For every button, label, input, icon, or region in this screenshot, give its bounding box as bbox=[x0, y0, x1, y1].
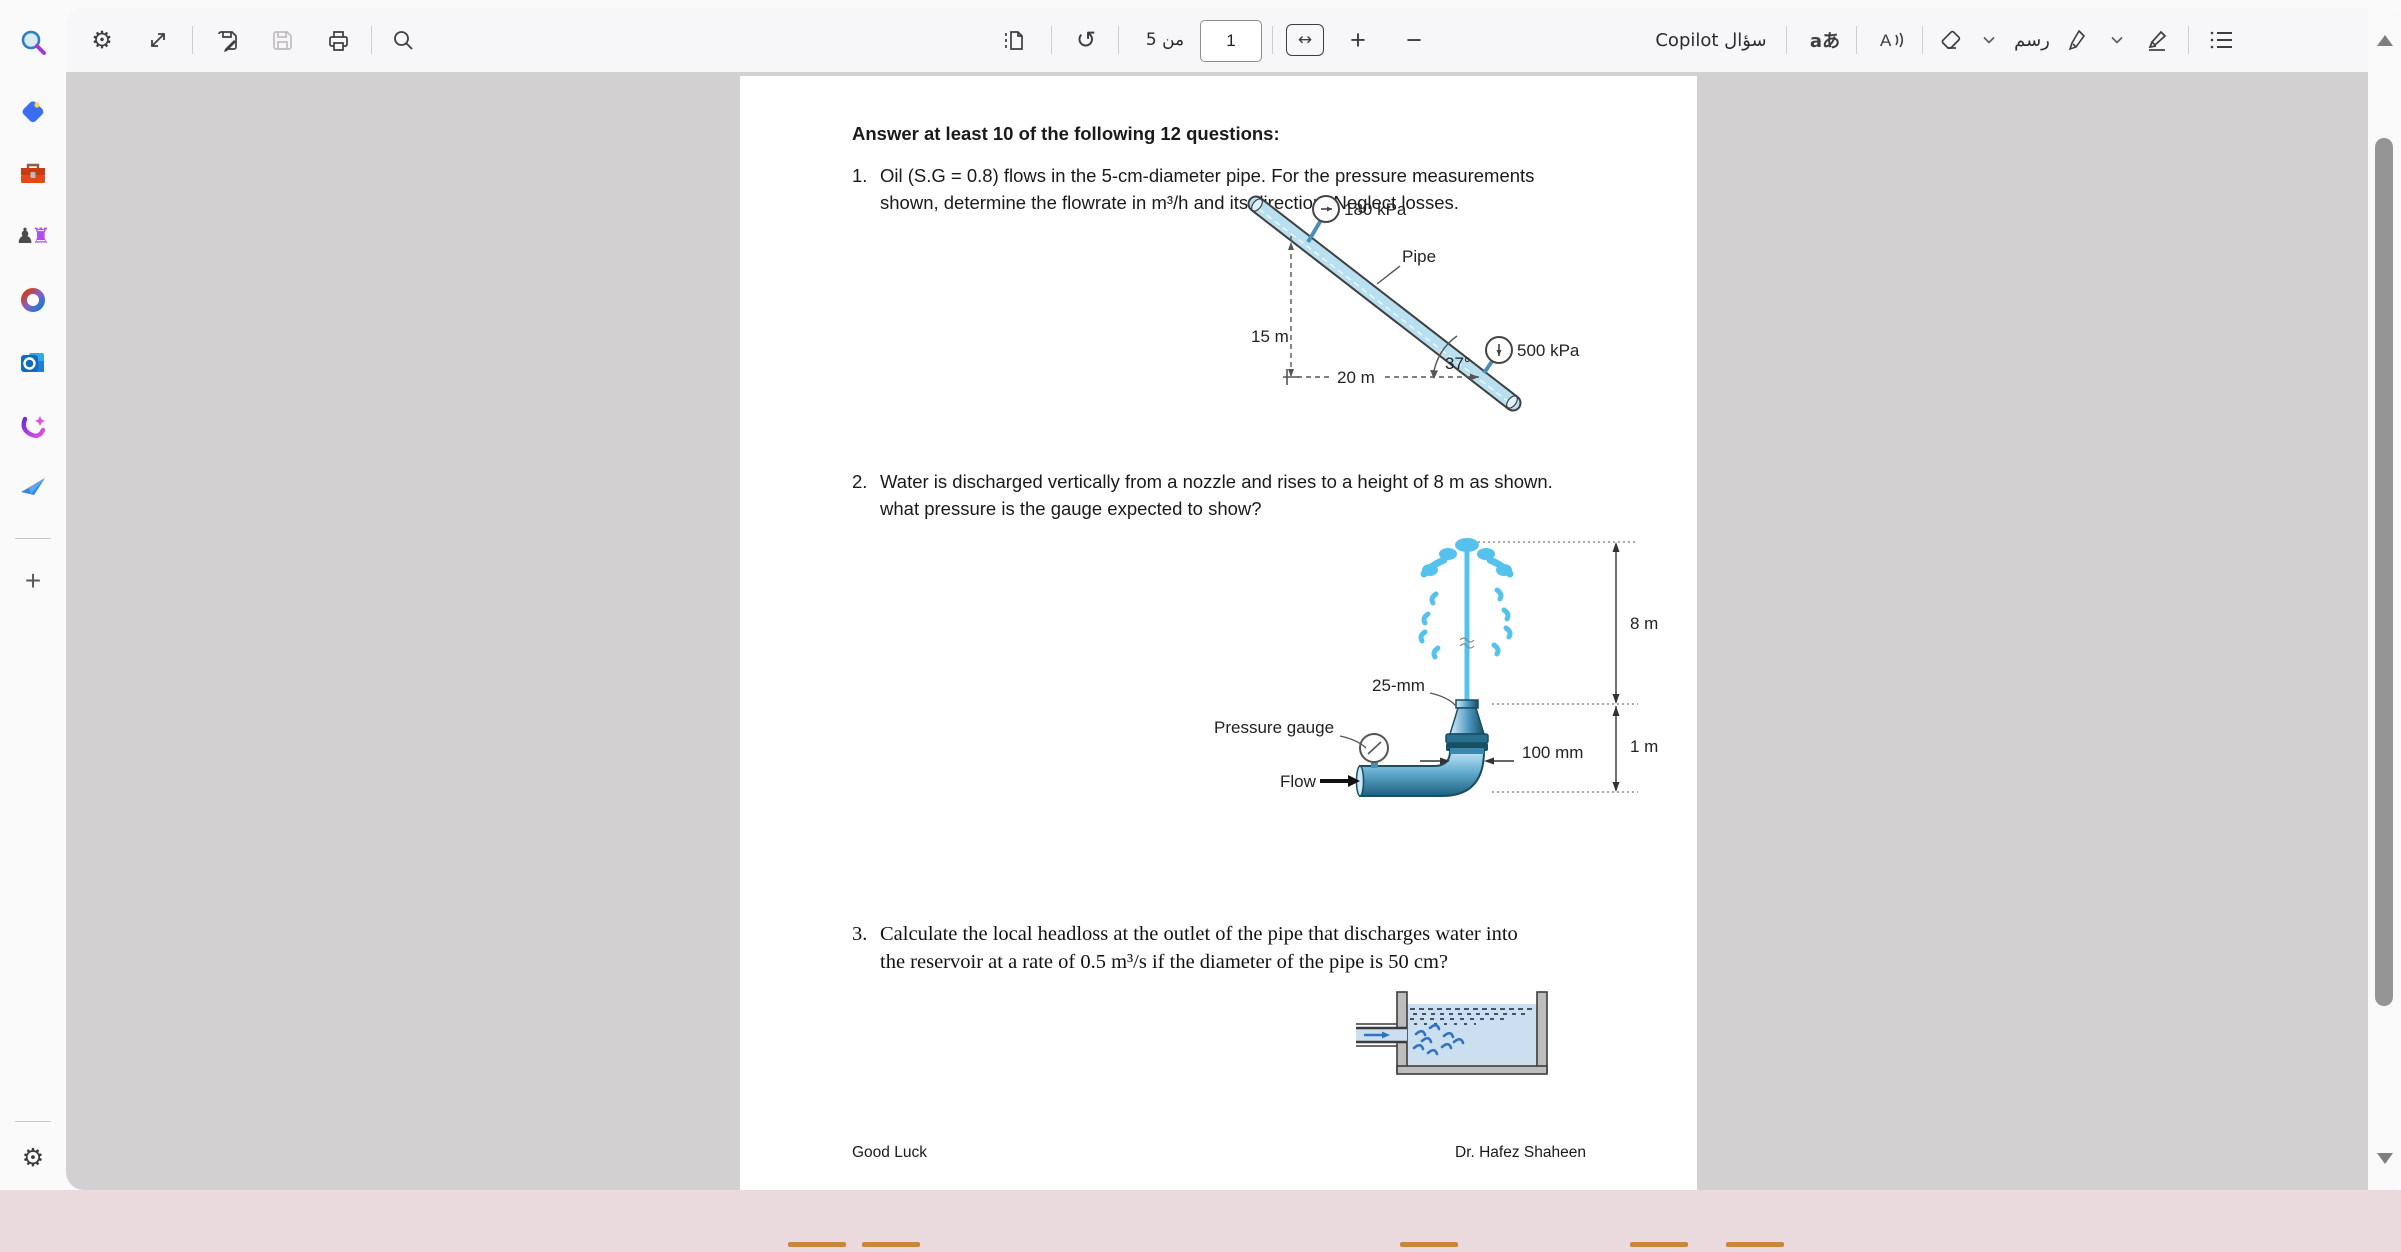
sidebar-bottom-divider bbox=[15, 1121, 51, 1122]
find-in-doc-icon[interactable] bbox=[383, 18, 423, 62]
svg-text:A: A bbox=[1880, 31, 1892, 50]
d2-1m-label: 1 m bbox=[1630, 737, 1658, 756]
page-number-input[interactable]: 1 bbox=[1200, 20, 1262, 62]
toolbar-divider bbox=[192, 26, 193, 54]
running-indicator bbox=[788, 1242, 846, 1247]
toolbar-divider bbox=[1272, 26, 1273, 54]
toolbar-divider bbox=[1118, 26, 1119, 54]
scroll-up-arrow[interactable] bbox=[2373, 30, 2397, 50]
read-aloud-icon[interactable]: A bbox=[1868, 18, 1914, 62]
scroll-thumb[interactable] bbox=[2375, 138, 2393, 1006]
contents-icon[interactable] bbox=[2200, 18, 2242, 62]
fit-width-icon: ↔ bbox=[1297, 30, 1313, 50]
q1-number: 1. bbox=[852, 165, 868, 186]
rotate-icon[interactable]: ↺ bbox=[1066, 18, 1106, 62]
shopping-tag-icon[interactable] bbox=[14, 92, 52, 130]
scrollbar[interactable] bbox=[2368, 8, 2401, 1190]
q1-diagram-inclined-pipe: 180 kPa Pipe 15 m 20 m 37° 500 kPa bbox=[1237, 180, 1637, 425]
print-icon[interactable] bbox=[318, 18, 358, 62]
pdf-toolbar: ⚙ ↺ من 5 1 ↔ + − سؤال Copilot aあ A رسم bbox=[66, 8, 2401, 72]
toolbar-divider bbox=[1856, 26, 1857, 54]
pen-icon[interactable] bbox=[2060, 18, 2098, 62]
outlook-icon[interactable] bbox=[14, 344, 52, 382]
pdf-settings-button[interactable]: ⚙ bbox=[82, 18, 122, 62]
d2-8m-label: 8 m bbox=[1630, 614, 1658, 633]
sidebar-settings-gear-icon[interactable]: ⚙ bbox=[14, 1138, 52, 1176]
q2-diagram-nozzle: 8 m 1 m Pressure gauge 25-mm Flow 100 mm bbox=[1192, 530, 1662, 810]
toolbar-divider bbox=[1051, 26, 1052, 54]
image-creator-brush-icon[interactable] bbox=[14, 407, 52, 445]
pdf-page: Answer at least 10 of the following 12 q… bbox=[740, 76, 1697, 1190]
exam-heading: Answer at least 10 of the following 12 q… bbox=[852, 123, 1280, 144]
save-icon[interactable] bbox=[262, 18, 302, 62]
running-indicator bbox=[1630, 1242, 1688, 1247]
q2-line2: what pressure is the gauge expected to s… bbox=[880, 498, 1262, 519]
chevron-down-icon[interactable] bbox=[1974, 18, 2004, 62]
toolbar-divider bbox=[1922, 26, 1923, 54]
chess-rook-glyph: ♜ bbox=[31, 224, 51, 248]
fit-to-width-button[interactable]: ↔ bbox=[1286, 24, 1324, 56]
toolbar-divider bbox=[2188, 26, 2189, 54]
taskbar: PRE ٠٩:٥٩ م ٤٥/٠٩/٢٧ ENG bbox=[0, 1190, 2401, 1252]
d2-dia-label: 100 mm bbox=[1522, 743, 1583, 762]
q3-line2: the reservoir at a rate of 0.5 m³/s if t… bbox=[880, 951, 1448, 973]
fullscreen-icon[interactable] bbox=[138, 18, 178, 62]
gauge1-label: 180 kPa bbox=[1344, 200, 1407, 219]
d2-flow-label: Flow bbox=[1280, 772, 1317, 791]
translate-icon[interactable]: aあ bbox=[1802, 18, 1848, 62]
bing-search-icon[interactable] bbox=[14, 24, 52, 62]
sidebar-divider bbox=[15, 538, 51, 539]
eraser-icon[interactable] bbox=[1932, 18, 1972, 62]
zoom-in-button[interactable]: + bbox=[1338, 18, 1378, 62]
toolbox-icon[interactable] bbox=[14, 155, 52, 193]
q2-number: 2. bbox=[852, 471, 868, 492]
running-indicator bbox=[1400, 1242, 1458, 1247]
toolbar-divider bbox=[1786, 26, 1787, 54]
highlighter-icon[interactable] bbox=[2138, 18, 2178, 62]
q3-diagram-reservoir bbox=[1356, 984, 1566, 1089]
zoom-out-button[interactable]: − bbox=[1394, 18, 1434, 62]
games-icon[interactable]: ♟ ♜ bbox=[12, 218, 54, 254]
d1-height-label: 15 m bbox=[1251, 327, 1289, 346]
footer-good-luck: Good Luck bbox=[852, 1144, 927, 1161]
page-count-label: من 5 bbox=[1145, 30, 1185, 50]
d1-angle-label: 37° bbox=[1445, 354, 1471, 373]
gauge2-label: 500 kPa bbox=[1517, 341, 1580, 360]
save-as-icon[interactable] bbox=[207, 18, 247, 62]
q3-line1: Calculate the local headloss at the outl… bbox=[880, 923, 1518, 945]
footer-instructor: Dr. Hafez Shaheen bbox=[1455, 1144, 1586, 1161]
q3-number: 3. bbox=[852, 923, 868, 945]
page-view-icon[interactable] bbox=[994, 18, 1034, 62]
sidebar-add-button[interactable]: + bbox=[14, 562, 52, 600]
q2-line1: Water is discharged vertically from a no… bbox=[880, 471, 1553, 492]
running-indicator bbox=[862, 1242, 920, 1247]
edge-sidebar: ♟ ♜ + ⚙ bbox=[0, 0, 66, 1190]
chevron-down-icon[interactable] bbox=[2102, 18, 2132, 62]
start-paper-plane-icon[interactable] bbox=[14, 468, 52, 506]
d1-base-label: 20 m bbox=[1337, 368, 1375, 387]
draw-label[interactable]: رسم bbox=[2008, 18, 2056, 62]
d2-gauge-label: Pressure gauge bbox=[1214, 718, 1334, 737]
running-indicator bbox=[1726, 1242, 1784, 1247]
pipe-label: Pipe bbox=[1402, 247, 1436, 266]
toolbar-divider bbox=[371, 26, 372, 54]
d2-nozzle-label: 25-mm bbox=[1372, 676, 1425, 695]
ask-copilot-button[interactable]: سؤال Copilot bbox=[1646, 18, 1776, 62]
screen: { "toolbar": { "of_label": "من 5", "page… bbox=[0, 0, 2401, 1252]
scroll-down-arrow[interactable] bbox=[2373, 1148, 2397, 1168]
m365-icon[interactable] bbox=[14, 281, 52, 319]
